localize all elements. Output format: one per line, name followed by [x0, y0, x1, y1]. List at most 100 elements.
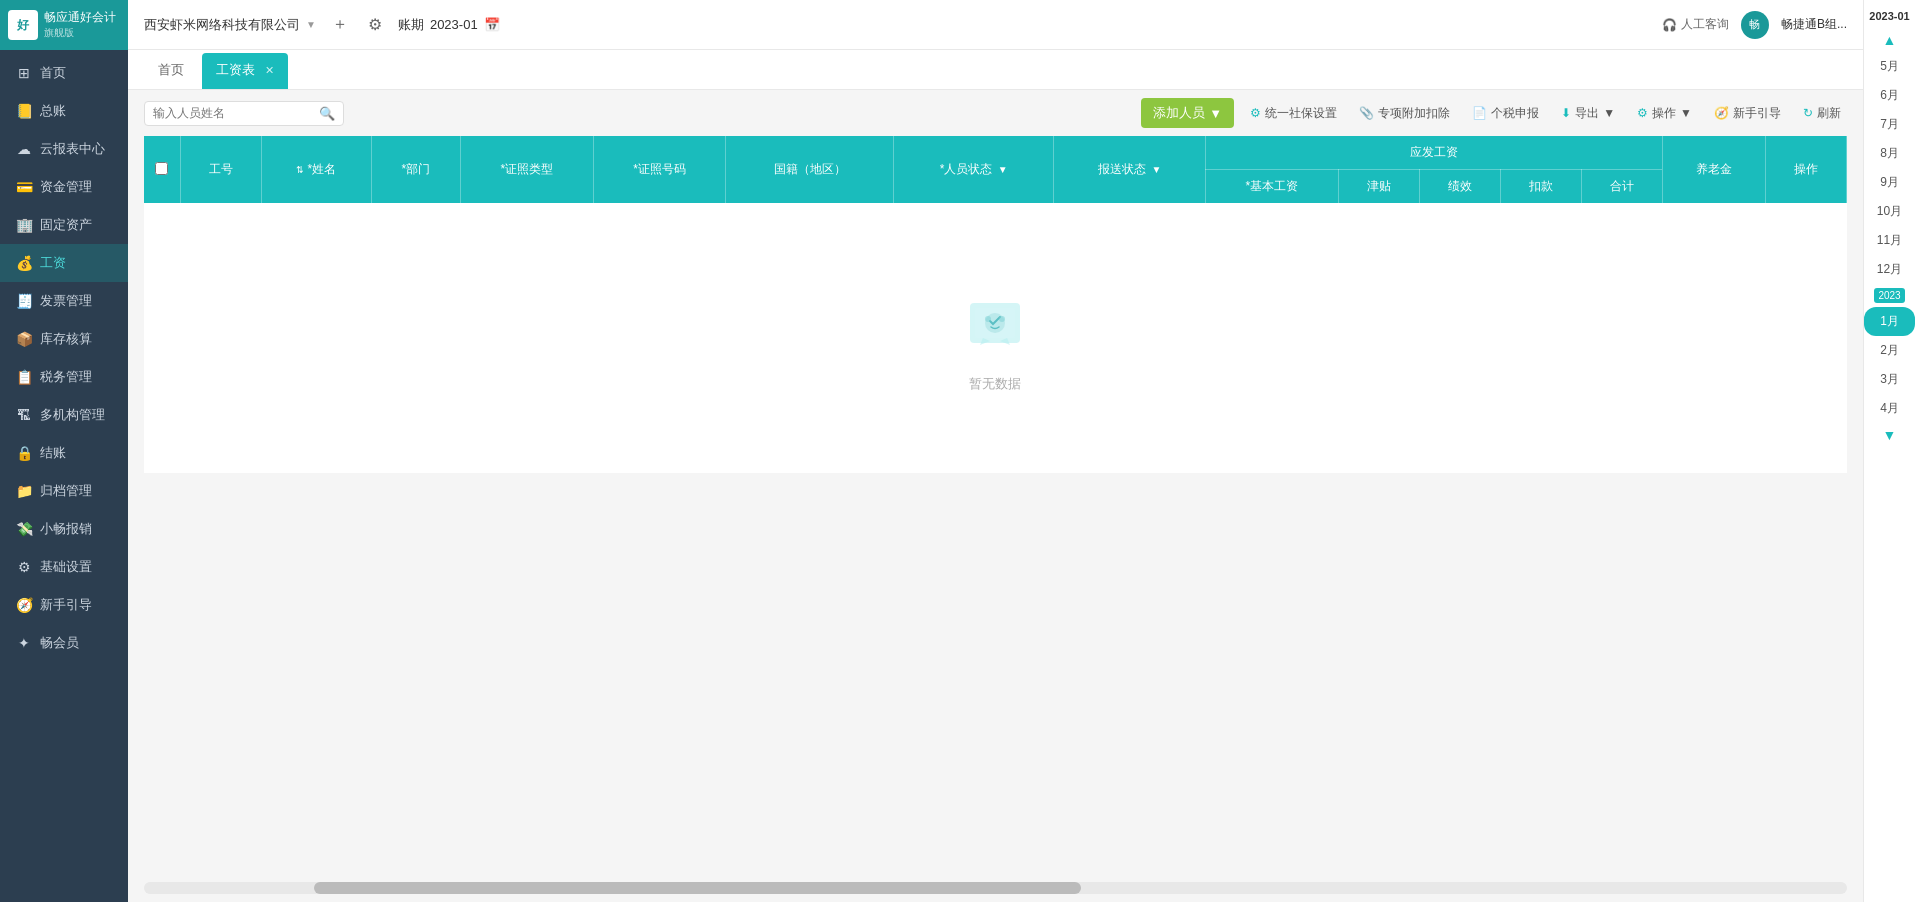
settings-button[interactable]: ⚙: [364, 11, 386, 38]
tax-icon: 📋: [16, 369, 32, 385]
guide-icon: 🧭: [16, 597, 32, 613]
tab-bar: 首页 工资表 ✕: [128, 50, 1863, 90]
month-2022-07[interactable]: 7月: [1864, 110, 1915, 139]
person-status-filter-icon[interactable]: ▼: [998, 164, 1008, 175]
user-name: 畅捷通B组...: [1781, 16, 1847, 33]
th-id-type: *证照类型: [461, 136, 594, 203]
invoice-icon: 🧾: [16, 293, 32, 309]
expense-icon: 💸: [16, 521, 32, 537]
empty-icon: [955, 283, 1035, 363]
table-wrapper: 工号 ⇅ *姓名 *部门 *证照类型 *证照号码: [128, 136, 1863, 882]
archive-icon: 📁: [16, 483, 32, 499]
period-calendar-icon[interactable]: 📅: [484, 17, 500, 32]
th-employee-no: 工号: [180, 136, 261, 203]
cloud-icon: ☁: [16, 141, 32, 157]
sidebar-logo: 好 畅应通好会计 旗舰版: [0, 0, 128, 50]
sidebar-item-multi-org[interactable]: 🏗 多机构管理: [0, 396, 128, 434]
month-2022-11[interactable]: 11月: [1864, 226, 1915, 255]
service-button[interactable]: 🎧 人工客询: [1662, 16, 1729, 33]
add-company-button[interactable]: ＋: [328, 10, 352, 39]
tab-home[interactable]: 首页: [144, 53, 198, 89]
select-all-checkbox[interactable]: [155, 162, 168, 175]
table-header-row1: 工号 ⇅ *姓名 *部门 *证照类型 *证照号码: [144, 136, 1847, 170]
sidebar-item-tax[interactable]: 📋 税务管理: [0, 358, 128, 396]
month-2023-01[interactable]: 1月: [1864, 307, 1915, 336]
th-id-number: *证照号码: [593, 136, 726, 203]
sidebar-item-guide[interactable]: 🧭 新手引导: [0, 586, 128, 624]
social-security-button[interactable]: ⚙ 统一社保设置: [1244, 101, 1343, 126]
refresh-button[interactable]: ↻ 刷新: [1797, 101, 1847, 126]
th-pension: 养老金: [1663, 136, 1766, 203]
special-deduction-button[interactable]: 📎 专项附加扣除: [1353, 101, 1456, 126]
company-name: 西安虾米网络科技有限公司: [144, 16, 300, 34]
new-guide-icon: 🧭: [1714, 106, 1729, 120]
month-2022-12[interactable]: 12月: [1864, 255, 1915, 284]
personal-tax-button[interactable]: 📄 个税申报: [1466, 101, 1545, 126]
th-operations: 操作: [1765, 136, 1846, 203]
th-department: *部门: [371, 136, 461, 203]
search-wrapper: 🔍: [144, 101, 344, 126]
th-report-status: 报送状态 ▼: [1054, 136, 1206, 203]
month-2022-09[interactable]: 9月: [1864, 168, 1915, 197]
headset-icon: 🎧: [1662, 18, 1677, 32]
sidebar-item-close-accounts[interactable]: 🔒 结账: [0, 434, 128, 472]
tab-salary-table[interactable]: 工资表 ✕: [202, 53, 288, 89]
home-icon: ⊞: [16, 65, 32, 81]
sidebar-item-cloud-report[interactable]: ☁ 云报表中心: [0, 130, 128, 168]
th-allowance: 津贴: [1338, 170, 1419, 204]
sidebar-item-home[interactable]: ⊞ 首页: [0, 54, 128, 92]
sidebar-item-member[interactable]: ✦ 畅会员: [0, 624, 128, 662]
operations-button[interactable]: ⚙ 操作 ▼: [1631, 101, 1698, 126]
scrollbar-thumb: [314, 882, 1080, 894]
th-deduction: 扣款: [1500, 170, 1581, 204]
special-deduction-icon: 📎: [1359, 106, 1374, 120]
user-avatar[interactable]: 畅: [1741, 11, 1769, 39]
period-value: 2023-01: [430, 17, 478, 32]
new-guide-button[interactable]: 🧭 新手引导: [1708, 101, 1787, 126]
month-2023-04[interactable]: 4月: [1864, 394, 1915, 423]
empty-state-row: 暂无数据: [144, 203, 1847, 473]
sidebar: 好 畅应通好会计 旗舰版 ⊞ 首页 📒 总账 ☁ 云报表中心 💳 资金管理 🏢 …: [0, 0, 128, 902]
sidebar-item-fund[interactable]: 💳 资金管理: [0, 168, 128, 206]
export-dropdown-icon: ▼: [1603, 106, 1615, 120]
multi-org-icon: 🏗: [16, 407, 32, 423]
month-2022-08[interactable]: 8月: [1864, 139, 1915, 168]
inventory-icon: 📦: [16, 331, 32, 347]
toolbar: 🔍 添加人员 ▼ ⚙ 统一社保设置 📎 专项附加扣除 📄 个税申报: [128, 90, 1863, 136]
right-panel-header: 2023-01: [1865, 4, 1913, 28]
empty-state: 暂无数据: [144, 203, 1847, 473]
month-2023-02[interactable]: 2月: [1864, 336, 1915, 365]
sidebar-item-settings[interactable]: ⚙ 基础设置: [0, 548, 128, 586]
th-performance: 绩效: [1419, 170, 1500, 204]
search-icon: 🔍: [319, 106, 335, 121]
sort-icon: ⇅: [296, 165, 304, 175]
panel-up-arrow[interactable]: ▲: [1879, 28, 1901, 52]
panel-down-arrow[interactable]: ▼: [1879, 423, 1901, 447]
sidebar-item-expense[interactable]: 💸 小畅报销: [0, 510, 128, 548]
fixed-asset-icon: 🏢: [16, 217, 32, 233]
export-button[interactable]: ⬇ 导出 ▼: [1555, 101, 1621, 126]
toolbar-right: 添加人员 ▼ ⚙ 统一社保设置 📎 专项附加扣除 📄 个税申报 ⬇ 导出: [1141, 98, 1847, 128]
month-2022-06[interactable]: 6月: [1864, 81, 1915, 110]
sidebar-item-invoice[interactable]: 🧾 发票管理: [0, 282, 128, 320]
table-body: 暂无数据: [144, 203, 1847, 473]
topbar-right: 🎧 人工客询 畅 畅捷通B组...: [1662, 11, 1847, 39]
logo-text: 畅应通好会计 旗舰版: [44, 10, 116, 40]
right-panel: 2023-01 ▲ 5月 6月 7月 8月 9月 10月 11月 12月 202…: [1863, 0, 1915, 902]
sidebar-item-inventory[interactable]: 📦 库存核算: [0, 320, 128, 358]
search-input[interactable]: [153, 106, 313, 120]
sidebar-item-ledger[interactable]: 📒 总账: [0, 92, 128, 130]
fund-icon: 💳: [16, 179, 32, 195]
month-2023-03[interactable]: 3月: [1864, 365, 1915, 394]
add-person-button[interactable]: 添加人员 ▼: [1141, 98, 1234, 128]
tab-close-icon[interactable]: ✕: [265, 64, 274, 76]
report-status-filter-icon[interactable]: ▼: [1151, 164, 1161, 175]
sidebar-item-salary[interactable]: 💰 工资: [0, 244, 128, 282]
sidebar-item-archive[interactable]: 📁 归档管理: [0, 472, 128, 510]
month-2022-10[interactable]: 10月: [1864, 197, 1915, 226]
table-horizontal-scrollbar[interactable]: [144, 882, 1847, 894]
sidebar-item-fixed-asset[interactable]: 🏢 固定资产: [0, 206, 128, 244]
salary-table: 工号 ⇅ *姓名 *部门 *证照类型 *证照号码: [144, 136, 1847, 473]
month-2022-05[interactable]: 5月: [1864, 52, 1915, 81]
company-selector[interactable]: 西安虾米网络科技有限公司 ▼: [144, 16, 316, 34]
